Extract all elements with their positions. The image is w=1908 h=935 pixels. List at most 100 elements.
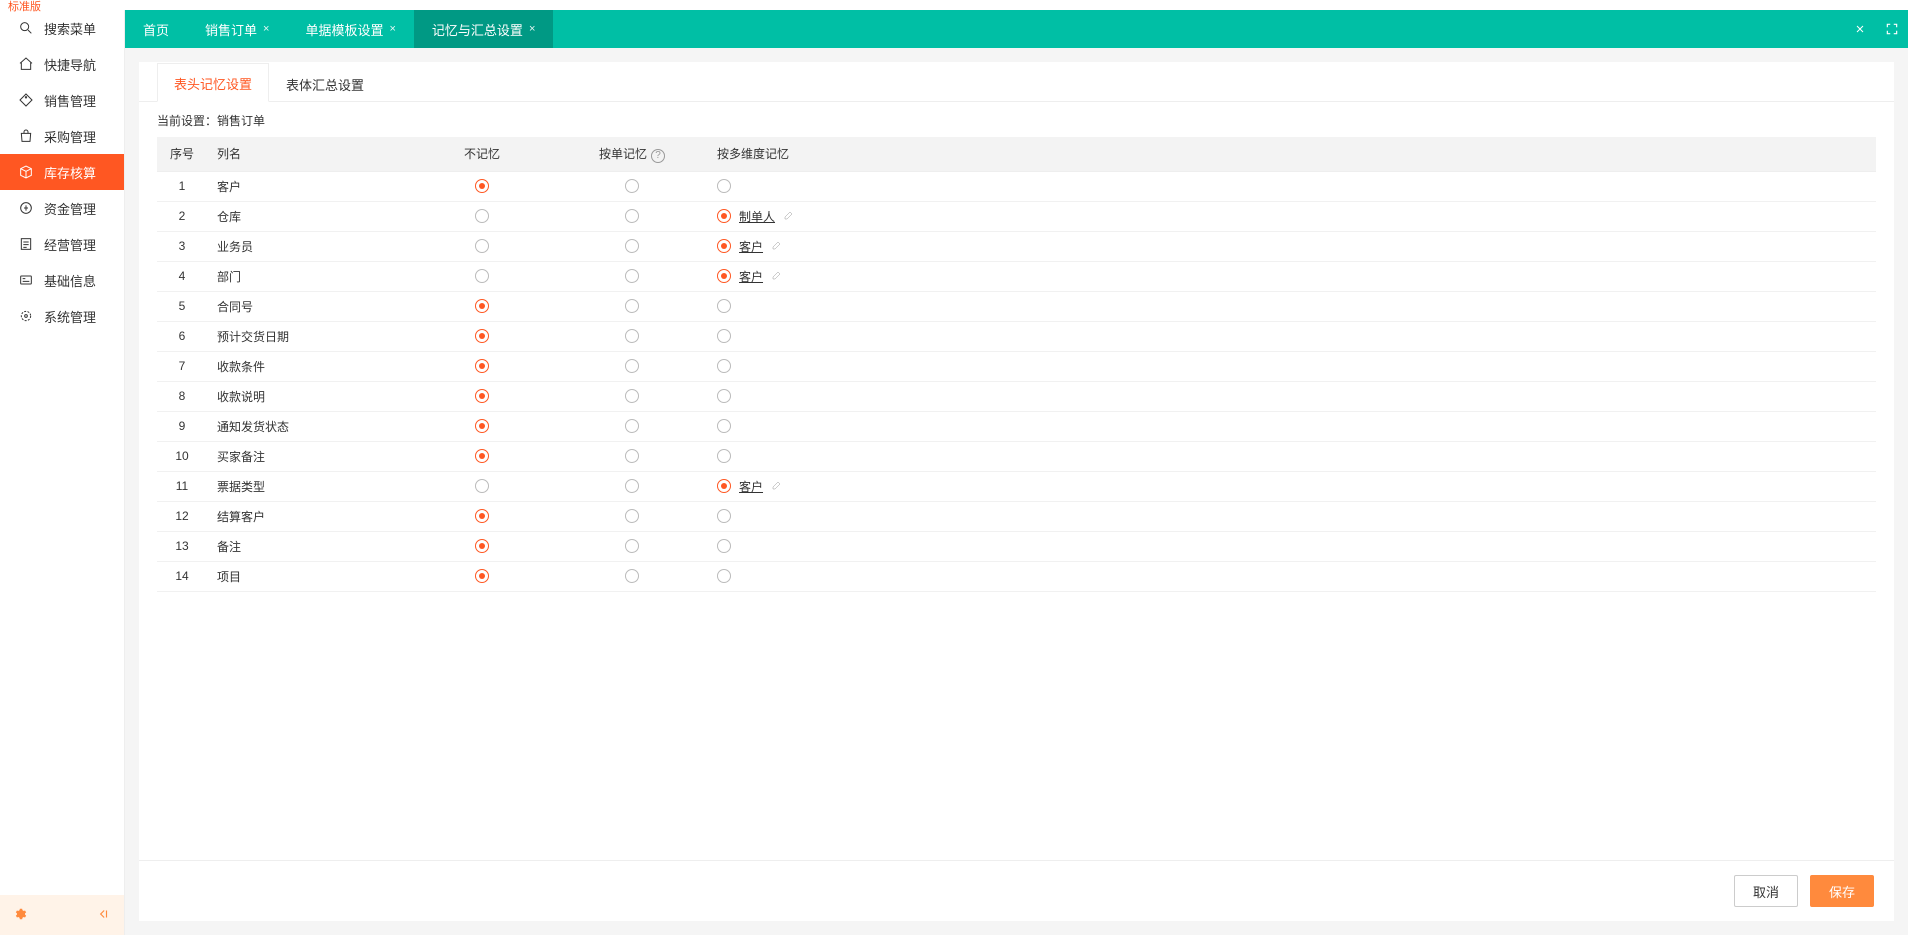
dimension-link[interactable]: 客户 [739,238,763,255]
radio-option[interactable] [625,449,639,463]
cell-by-dimension [707,501,1876,531]
sub-tab-0[interactable]: 表头记忆设置 [157,63,269,102]
sidebar-item-7[interactable]: 基础信息 [0,262,124,298]
radio-option[interactable] [625,479,639,493]
sidebar-item-1[interactable]: 快捷导航 [0,46,124,82]
sub-tab-1[interactable]: 表体汇总设置 [269,64,381,102]
edit-icon[interactable] [771,479,783,494]
radio-option[interactable] [475,239,489,253]
radio-option[interactable] [625,389,639,403]
cell-no-memory [407,441,557,471]
sidebar-item-6[interactable]: 经营管理 [0,226,124,262]
sidebar-item-2[interactable]: 销售管理 [0,82,124,118]
table-row: 10买家备注 [157,441,1876,471]
memory-settings-table: 序号 列名 不记忆 按单记忆? 按多维度记忆 1客户2仓库制单人3业务员客户4部… [157,137,1876,592]
radio-option[interactable] [475,569,489,583]
sidebar-item-label: 基础信息 [44,271,96,290]
radio-option[interactable] [625,299,639,313]
fullscreen-button[interactable] [1876,22,1908,36]
cell-seq: 4 [157,261,207,291]
cell-no-memory [407,531,557,561]
radio-option[interactable] [717,179,731,193]
sidebar-item-8[interactable]: 系统管理 [0,298,124,334]
radio-option[interactable] [625,359,639,373]
cell-name: 客户 [207,171,407,201]
cell-name: 结算客户 [207,501,407,531]
collapse-sidebar-icon[interactable] [96,907,110,924]
radio-option[interactable] [475,449,489,463]
radio-option[interactable] [475,509,489,523]
radio-option[interactable] [717,329,731,343]
radio-option[interactable] [475,389,489,403]
tab-1[interactable]: 销售订单× [187,10,287,48]
radio-option[interactable] [625,419,639,433]
edit-icon[interactable] [783,209,795,224]
tab-0[interactable]: 首页 [125,10,187,48]
radio-option[interactable] [475,179,489,193]
close-all-tabs-button[interactable] [1844,23,1876,35]
cell-no-memory [407,471,557,501]
cell-name: 通知发货状态 [207,411,407,441]
radio-option[interactable] [717,479,731,493]
radio-option[interactable] [717,539,731,553]
cell-by-dimension [707,381,1876,411]
settings-icon[interactable] [14,907,28,924]
radio-option[interactable] [475,359,489,373]
radio-option[interactable] [625,269,639,283]
radio-option[interactable] [717,239,731,253]
radio-option[interactable] [475,479,489,493]
tab-2[interactable]: 单据模板设置× [287,10,413,48]
cell-seq: 10 [157,441,207,471]
sidebar-item-4[interactable]: 库存核算 [0,154,124,190]
sidebar-item-3[interactable]: 采购管理 [0,118,124,154]
help-icon[interactable]: ? [651,149,665,163]
sidebar-item-5[interactable]: 资金管理 [0,190,124,226]
radio-option[interactable] [717,389,731,403]
radio-option[interactable] [625,239,639,253]
cell-seq: 12 [157,501,207,531]
radio-option[interactable] [717,299,731,313]
radio-option[interactable] [717,449,731,463]
cell-by-order [557,351,707,381]
gear-dash-icon [18,308,34,324]
edit-icon[interactable] [771,269,783,284]
radio-option[interactable] [717,269,731,283]
dimension-link[interactable]: 制单人 [739,208,775,225]
sidebar-item-0[interactable]: 搜索菜单 [0,10,124,46]
radio-option[interactable] [475,269,489,283]
cancel-button[interactable]: 取消 [1734,875,1798,907]
radio-option[interactable] [625,329,639,343]
radio-option[interactable] [475,539,489,553]
radio-option[interactable] [475,419,489,433]
save-button[interactable]: 保存 [1810,875,1874,907]
dimension-link[interactable]: 客户 [739,268,763,285]
cell-by-dimension [707,561,1876,591]
radio-option[interactable] [717,419,731,433]
radio-option[interactable] [717,569,731,583]
radio-option[interactable] [625,539,639,553]
tabs-bar: 首页销售订单×单据模板设置×记忆与汇总设置× [125,10,1908,48]
table-row: 11票据类型客户 [157,471,1876,501]
radio-option[interactable] [625,569,639,583]
radio-option[interactable] [625,209,639,223]
dimension-link[interactable]: 客户 [739,478,763,495]
cell-no-memory [407,411,557,441]
radio-option[interactable] [625,179,639,193]
table-row: 4部门客户 [157,261,1876,291]
col-header-name: 列名 [207,137,407,171]
radio-option[interactable] [475,209,489,223]
close-icon[interactable]: × [529,23,535,35]
close-icon[interactable]: × [263,23,269,35]
radio-option[interactable] [475,299,489,313]
radio-option[interactable] [717,509,731,523]
edit-icon[interactable] [771,239,783,254]
cell-no-memory [407,351,557,381]
radio-option[interactable] [717,359,731,373]
cell-name: 业务员 [207,231,407,261]
radio-option[interactable] [625,509,639,523]
tab-3[interactable]: 记忆与汇总设置× [414,10,553,48]
radio-option[interactable] [717,209,731,223]
close-icon[interactable]: × [389,23,395,35]
radio-option[interactable] [475,329,489,343]
sidebar-item-label: 快捷导航 [44,55,96,74]
